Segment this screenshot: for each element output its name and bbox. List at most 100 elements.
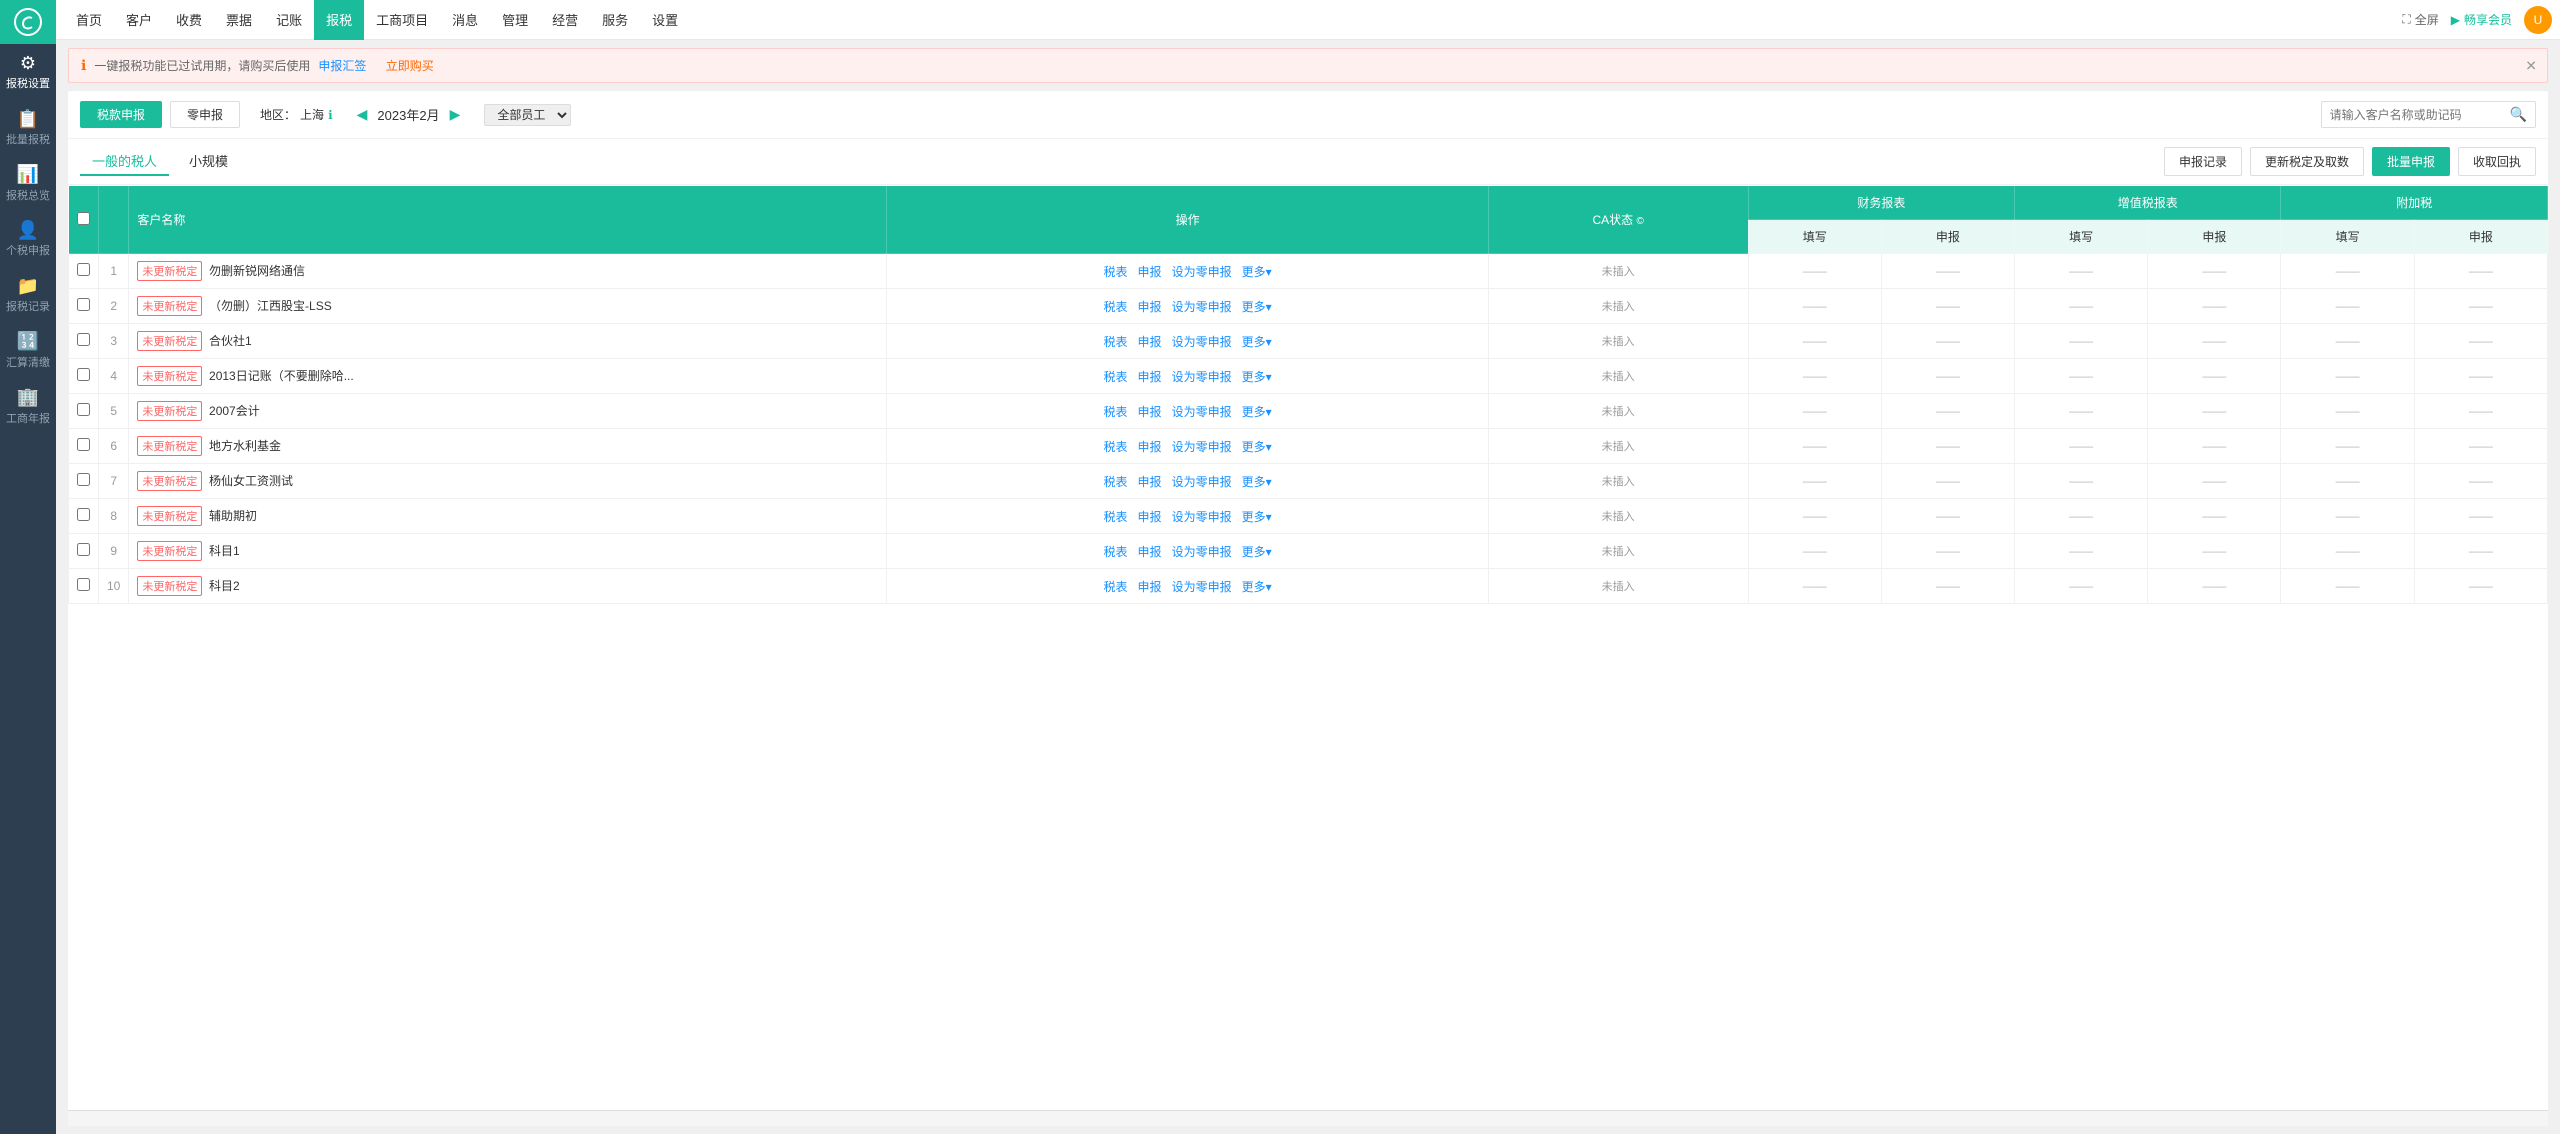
tab-small-scale[interactable]: 小规模 xyxy=(177,147,240,176)
sidebar-item-calc-clear[interactable]: 🔢 汇算清缴 xyxy=(0,322,56,378)
row-checkbox[interactable] xyxy=(69,499,99,534)
select-all-checkbox[interactable] xyxy=(77,212,90,225)
nav-collection[interactable]: 收费 xyxy=(164,0,214,40)
row-checkbox[interactable] xyxy=(69,324,99,359)
nav-client[interactable]: 客户 xyxy=(114,0,164,40)
op-tax-table-link[interactable]: 税表 xyxy=(1104,335,1128,349)
row-checkbox[interactable] xyxy=(69,464,99,499)
nav-accounting[interactable]: 记账 xyxy=(264,0,314,40)
tab-general-taxpayer[interactable]: 一般的税人 xyxy=(80,147,169,176)
op-tax-table-link[interactable]: 税表 xyxy=(1104,265,1128,279)
sidebar-item-business-report[interactable]: 🏢 工商年报 xyxy=(0,378,56,434)
op-declare-link[interactable]: 申报 xyxy=(1138,265,1162,279)
op-more-btn[interactable]: 更多▾ xyxy=(1242,263,1272,280)
op-declare-link[interactable]: 申报 xyxy=(1138,335,1162,349)
nav-home[interactable]: 首页 xyxy=(64,0,114,40)
upgrade-btn[interactable]: ▶ 畅享会员 xyxy=(2451,11,2512,28)
op-set-zero-link[interactable]: 设为零申报 xyxy=(1172,370,1232,384)
nav-service[interactable]: 服务 xyxy=(590,0,640,40)
op-more-btn[interactable]: 更多▾ xyxy=(1242,298,1272,315)
op-tax-table-link[interactable]: 税表 xyxy=(1104,545,1128,559)
op-set-zero-link[interactable]: 设为零申报 xyxy=(1172,440,1232,454)
row-checkbox[interactable] xyxy=(69,394,99,429)
row-ca-status: 未插入 xyxy=(1488,429,1748,464)
op-declare-link[interactable]: 申报 xyxy=(1138,510,1162,524)
sidebar-item-tax-settings[interactable]: ⚙ 报税设置 xyxy=(0,44,56,100)
row-ca-status: 未插入 xyxy=(1488,324,1748,359)
row-checkbox[interactable] xyxy=(69,289,99,324)
op-more-btn[interactable]: 更多▾ xyxy=(1242,508,1272,525)
op-more-btn[interactable]: 更多▾ xyxy=(1242,333,1272,350)
op-set-zero-link[interactable]: 设为零申报 xyxy=(1172,510,1232,524)
nav-message[interactable]: 消息 xyxy=(440,0,490,40)
op-set-zero-link[interactable]: 设为零申报 xyxy=(1172,265,1232,279)
op-declare-link[interactable]: 申报 xyxy=(1138,370,1162,384)
search-btn[interactable]: 🔍 xyxy=(2502,102,2535,127)
nav-operation[interactable]: 经营 xyxy=(540,0,590,40)
row-checkbox[interactable] xyxy=(69,534,99,569)
btn-batch-declare[interactable]: 批量申报 xyxy=(2372,147,2450,176)
date-next-btn[interactable]: ▶ xyxy=(446,106,465,123)
row-checkbox[interactable] xyxy=(69,254,99,289)
sidebar-item-tax-records[interactable]: 📁 报税记录 xyxy=(0,267,56,323)
tab-tax-declare[interactable]: 税款申报 xyxy=(80,101,162,128)
op-more-btn[interactable]: 更多▾ xyxy=(1242,368,1272,385)
op-set-zero-link[interactable]: 设为零申报 xyxy=(1172,545,1232,559)
sidebar-item-tax-overview[interactable]: 📊 报税总览 xyxy=(0,155,56,211)
op-more-btn[interactable]: 更多▾ xyxy=(1242,578,1272,595)
notice-link-declare[interactable]: 申报汇签 xyxy=(318,57,366,74)
op-set-zero-link[interactable]: 设为零申报 xyxy=(1172,405,1232,419)
op-tax-table-link[interactable]: 税表 xyxy=(1104,405,1128,419)
sidebar-item-batch-tax[interactable]: 📋 批量报税 xyxy=(0,100,56,156)
op-more-btn[interactable]: 更多▾ xyxy=(1242,473,1272,490)
op-declare-link[interactable]: 申报 xyxy=(1138,475,1162,489)
op-tax-table-link[interactable]: 税表 xyxy=(1104,580,1128,594)
row-no: 5 xyxy=(99,394,129,429)
op-more-btn[interactable]: 更多▾ xyxy=(1242,403,1272,420)
search-input[interactable] xyxy=(2322,104,2502,126)
op-tax-table-link[interactable]: 税表 xyxy=(1104,300,1128,314)
date-prev-btn[interactable]: ◀ xyxy=(353,106,372,123)
nav-settings[interactable]: 设置 xyxy=(640,0,690,40)
row-checkbox[interactable] xyxy=(69,359,99,394)
notice-close-btn[interactable]: ✕ xyxy=(2525,57,2537,74)
sidebar-logo[interactable] xyxy=(0,0,56,44)
op-tax-table-link[interactable]: 税表 xyxy=(1104,370,1128,384)
staff-select[interactable]: 全部员工 xyxy=(484,104,571,126)
table-row: 7 未更新税定 杨仙女工资测试 税表 申报 设为零申报 更多▾ 未插入 —— —… xyxy=(69,464,2548,499)
fullscreen-btn[interactable]: ⛶ 全屏 xyxy=(2402,11,2438,28)
op-declare-link[interactable]: 申报 xyxy=(1138,580,1162,594)
nav-business[interactable]: 工商项目 xyxy=(364,0,440,40)
row-fin-fill: —— xyxy=(1748,464,1881,499)
nav-tax[interactable]: 报税 xyxy=(314,0,364,40)
op-set-zero-link[interactable]: 设为零申报 xyxy=(1172,475,1232,489)
op-set-zero-link[interactable]: 设为零申报 xyxy=(1172,300,1232,314)
row-checkbox[interactable] xyxy=(69,429,99,464)
main-table: 客户名称 操作 CA状态 © 财务报表 增值税报表 附加税 填写 申报 填写 申… xyxy=(68,185,2548,604)
op-set-zero-link[interactable]: 设为零申报 xyxy=(1172,335,1232,349)
op-declare-link[interactable]: 申报 xyxy=(1138,405,1162,419)
region-info-icon[interactable]: ℹ xyxy=(328,108,333,122)
op-more-btn[interactable]: 更多▾ xyxy=(1242,543,1272,560)
op-declare-link[interactable]: 申报 xyxy=(1138,300,1162,314)
status-badge: 未更新税定 xyxy=(137,261,202,281)
btn-declare-record[interactable]: 申报记录 xyxy=(2164,147,2242,176)
btn-update-confirm[interactable]: 更新税定及取数 xyxy=(2250,147,2364,176)
btn-retrieve[interactable]: 收取回执 xyxy=(2458,147,2536,176)
tab-zero-declare[interactable]: 零申报 xyxy=(170,101,240,128)
op-set-zero-link[interactable]: 设为零申报 xyxy=(1172,580,1232,594)
nav-management[interactable]: 管理 xyxy=(490,0,540,40)
op-tax-table-link[interactable]: 税表 xyxy=(1104,440,1128,454)
bottom-scrollbar[interactable] xyxy=(68,1110,2548,1126)
user-avatar[interactable]: U xyxy=(2524,6,2552,34)
op-declare-link[interactable]: 申报 xyxy=(1138,545,1162,559)
op-tax-table-link[interactable]: 税表 xyxy=(1104,510,1128,524)
notice-link-buy[interactable]: 立即购买 xyxy=(386,57,434,74)
op-declare-link[interactable]: 申报 xyxy=(1138,440,1162,454)
row-checkbox[interactable] xyxy=(69,569,99,604)
nav-invoice[interactable]: 票据 xyxy=(214,0,264,40)
op-more-btn[interactable]: 更多▾ xyxy=(1242,438,1272,455)
op-tax-table-link[interactable]: 税表 xyxy=(1104,475,1128,489)
sidebar-item-personal-tax[interactable]: 👤 个税申报 xyxy=(0,211,56,267)
row-fin-fill: —— xyxy=(1748,534,1881,569)
